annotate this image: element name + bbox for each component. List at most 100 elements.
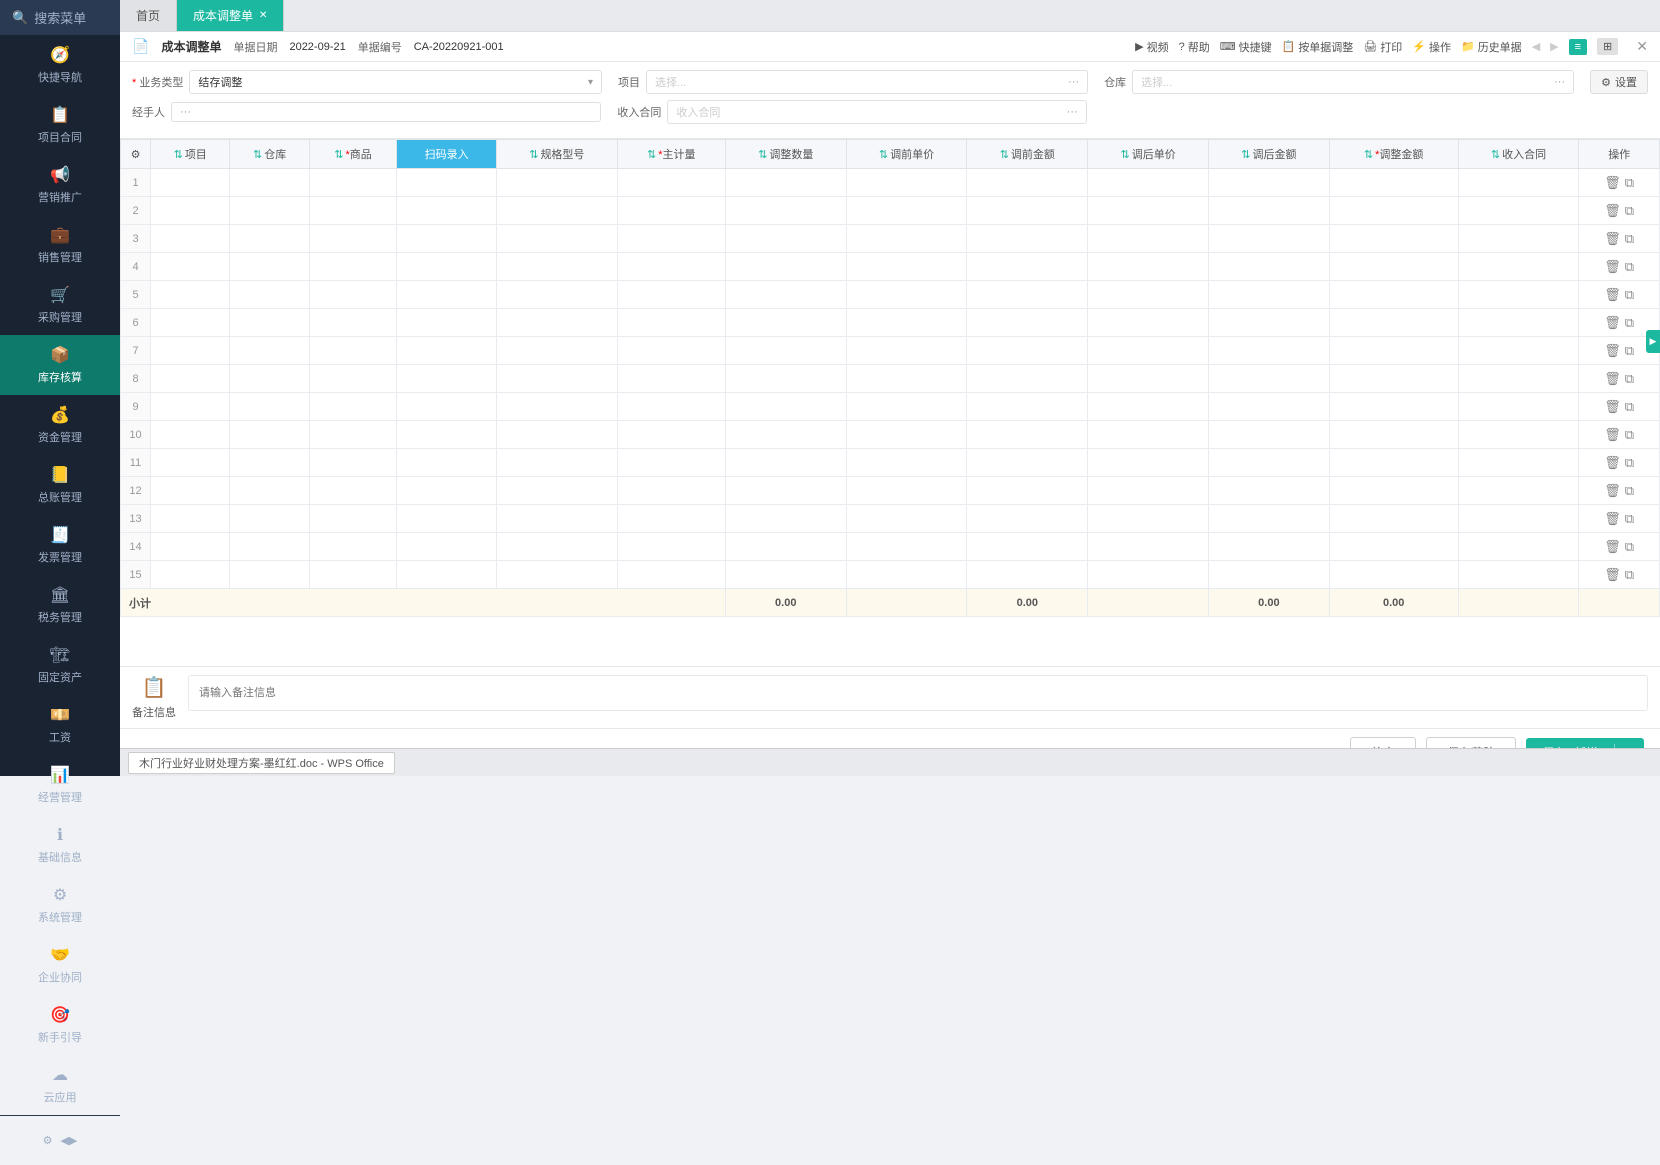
col-warehouse[interactable]: ⇅仓库	[230, 140, 309, 169]
col-after-amount[interactable]: ⇅调后金额	[1208, 140, 1329, 169]
cell-aup-3[interactable]	[1088, 225, 1209, 253]
sidebar-item-basic-info[interactable]: ℹ 基础信息	[0, 815, 120, 875]
sidebar-item-sales-promo[interactable]: 📢 营销推广	[0, 155, 120, 215]
cell-bamount-11[interactable]	[967, 449, 1088, 477]
cell-bup-13[interactable]	[846, 505, 967, 533]
delete-icon-11[interactable]: 🗑	[1604, 455, 1621, 471]
right-edge-indicator[interactable]: ▶	[1646, 330, 1660, 353]
cell-contract-10[interactable]	[1458, 421, 1579, 449]
cell-scan-5[interactable]	[397, 281, 497, 309]
cell-aup-6[interactable]	[1088, 309, 1209, 337]
cell-warehouse-5[interactable]	[230, 281, 309, 309]
cell-project-2[interactable]	[151, 197, 230, 225]
cell-adjqty-9[interactable]	[725, 393, 846, 421]
cell-aup-12[interactable]	[1088, 477, 1209, 505]
cell-product-4[interactable]	[309, 253, 396, 281]
cell-aamount-12[interactable]	[1208, 477, 1329, 505]
cell-bup-1[interactable]	[846, 169, 967, 197]
copy-icon-12[interactable]: ⧉	[1625, 483, 1634, 499]
cell-contract-8[interactable]	[1458, 365, 1579, 393]
cell-aamount-3[interactable]	[1208, 225, 1329, 253]
cell-bup-3[interactable]	[846, 225, 967, 253]
cell-project-15[interactable]	[151, 561, 230, 589]
cell-spec-5[interactable]	[496, 281, 617, 309]
cell-bamount-2[interactable]	[967, 197, 1088, 225]
cell-project-9[interactable]	[151, 393, 230, 421]
sidebar-item-inventory[interactable]: 📦 库存核算	[0, 335, 120, 395]
cell-aup-7[interactable]	[1088, 337, 1209, 365]
toolbar-help[interactable]: ? 帮助	[1179, 39, 1210, 55]
cell-aup-2[interactable]	[1088, 197, 1209, 225]
copy-icon-14[interactable]: ⧉	[1625, 539, 1634, 555]
sidebar-item-ops-mgmt[interactable]: 📊 经营管理	[0, 755, 120, 815]
copy-icon-6[interactable]: ⧉	[1625, 315, 1634, 331]
cell-scan-15[interactable]	[397, 561, 497, 589]
cell-scan-14[interactable]	[397, 533, 497, 561]
cell-adjamount-13[interactable]	[1329, 505, 1458, 533]
cell-warehouse-10[interactable]	[230, 421, 309, 449]
cell-contract-1[interactable]	[1458, 169, 1579, 197]
cell-adjqty-13[interactable]	[725, 505, 846, 533]
copy-icon-9[interactable]: ⧉	[1625, 399, 1634, 415]
cell-spec-13[interactable]	[496, 505, 617, 533]
toolbar-history[interactable]: 📁 历史单据	[1461, 39, 1522, 55]
window-close-icon[interactable]: ✕	[1636, 38, 1648, 55]
delete-icon-1[interactable]: 🗑	[1604, 175, 1621, 191]
cell-product-7[interactable]	[309, 337, 396, 365]
tab-close-icon[interactable]: ✕	[259, 10, 267, 21]
delete-icon-3[interactable]: 🗑	[1604, 231, 1621, 247]
cell-unit-1[interactable]	[617, 169, 725, 197]
warehouse-input[interactable]: 选择... ···	[1132, 70, 1574, 94]
sidebar-settings[interactable]: ⚙ ◀▶	[0, 1124, 120, 1157]
cell-adjqty-3[interactable]	[725, 225, 846, 253]
cell-adjamount-4[interactable]	[1329, 253, 1458, 281]
toolbar-by-order[interactable]: 📋 按单据调整	[1282, 39, 1354, 55]
cell-project-7[interactable]	[151, 337, 230, 365]
delete-icon-12[interactable]: 🗑	[1604, 483, 1621, 499]
cell-spec-9[interactable]	[496, 393, 617, 421]
sidebar-item-capital-mgmt[interactable]: 💰 资金管理	[0, 395, 120, 455]
cell-adjqty-4[interactable]	[725, 253, 846, 281]
delete-icon-15[interactable]: 🗑	[1604, 567, 1621, 583]
cell-bup-11[interactable]	[846, 449, 967, 477]
cell-spec-10[interactable]	[496, 421, 617, 449]
cell-bamount-9[interactable]	[967, 393, 1088, 421]
sidebar-item-purchase-mgmt[interactable]: 🛒 采购管理	[0, 275, 120, 335]
col-adjust-amount[interactable]: ⇅*调整金额	[1329, 140, 1458, 169]
cell-adjamount-12[interactable]	[1329, 477, 1458, 505]
cell-product-15[interactable]	[309, 561, 396, 589]
cell-bamount-5[interactable]	[967, 281, 1088, 309]
income-contract-input[interactable]: 收入合同 ···	[667, 100, 1086, 124]
cell-warehouse-15[interactable]	[230, 561, 309, 589]
business-type-input[interactable]: 结存调整 ▾	[189, 70, 602, 94]
cell-scan-9[interactable]	[397, 393, 497, 421]
cell-aup-15[interactable]	[1088, 561, 1209, 589]
cell-contract-14[interactable]	[1458, 533, 1579, 561]
tab-cost-adjust[interactable]: 成本调整单 ✕	[177, 0, 284, 31]
toolbar-print[interactable]: 🖨 打印	[1363, 39, 1402, 55]
cell-scan-6[interactable]	[397, 309, 497, 337]
cell-scan-1[interactable]	[397, 169, 497, 197]
cell-project-4[interactable]	[151, 253, 230, 281]
cell-aamount-1[interactable]	[1208, 169, 1329, 197]
cell-bamount-3[interactable]	[967, 225, 1088, 253]
col-scan-input[interactable]: 扫码录入	[397, 140, 497, 169]
cell-product-5[interactable]	[309, 281, 396, 309]
sidebar-item-payroll[interactable]: 💴 工资	[0, 695, 120, 755]
cell-unit-15[interactable]	[617, 561, 725, 589]
sidebar-search[interactable]: 🔍 搜索菜单	[0, 0, 120, 35]
col-spec-type[interactable]: ⇅规格型号	[496, 140, 617, 169]
cell-aup-14[interactable]	[1088, 533, 1209, 561]
cell-adjqty-14[interactable]	[725, 533, 846, 561]
col-project[interactable]: ⇅项目	[151, 140, 230, 169]
cell-bup-8[interactable]	[846, 365, 967, 393]
cell-product-11[interactable]	[309, 449, 396, 477]
cell-adjamount-1[interactable]	[1329, 169, 1458, 197]
cell-aup-13[interactable]	[1088, 505, 1209, 533]
cell-project-3[interactable]	[151, 225, 230, 253]
cell-unit-10[interactable]	[617, 421, 725, 449]
col-income-contract[interactable]: ⇅收入合同	[1458, 140, 1579, 169]
cell-aup-9[interactable]	[1088, 393, 1209, 421]
cell-spec-2[interactable]	[496, 197, 617, 225]
copy-icon-5[interactable]: ⧉	[1625, 287, 1634, 303]
